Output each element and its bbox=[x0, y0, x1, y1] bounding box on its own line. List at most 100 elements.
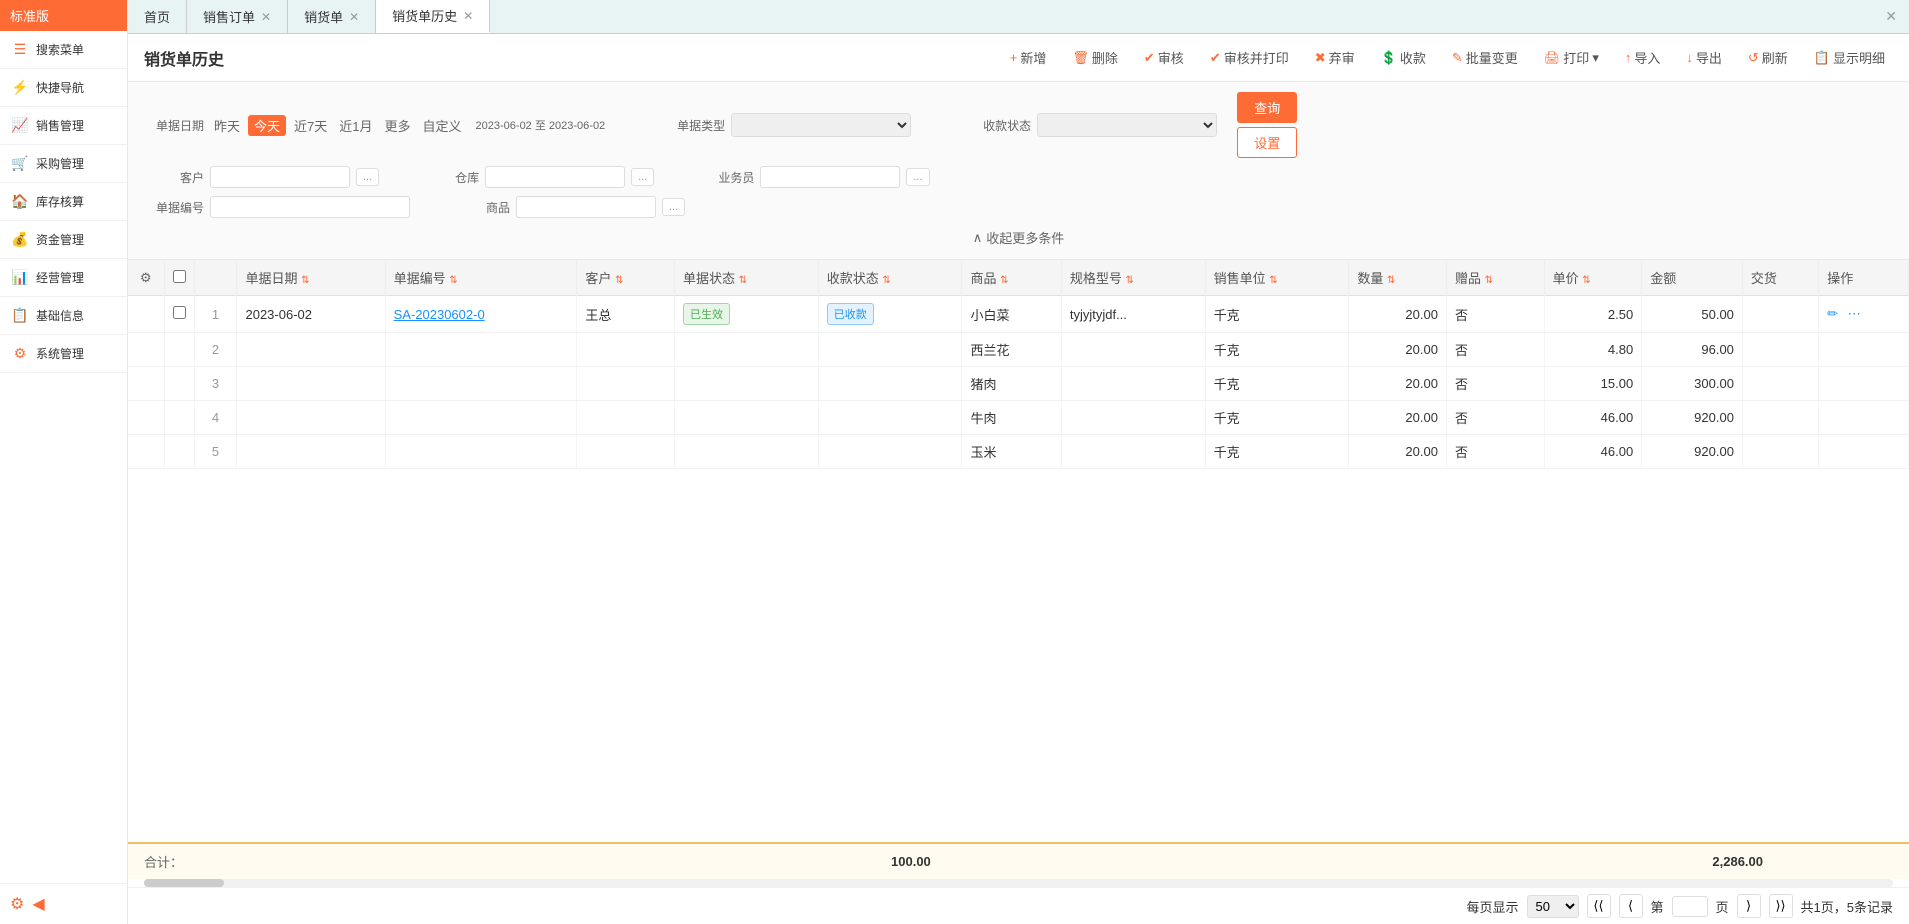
col-gift[interactable]: 赠品 ⇅ bbox=[1446, 260, 1544, 296]
cell-checkbox[interactable] bbox=[164, 367, 194, 401]
date-btn-yesterday[interactable]: 昨天 bbox=[210, 115, 244, 136]
tab-sales-history[interactable]: 销货单历史 ✕ bbox=[376, 0, 490, 33]
sidebar-item-stock-calc[interactable]: 🏠 库存核算 bbox=[0, 183, 127, 221]
col-unit-price[interactable]: 单价 ⇅ bbox=[1544, 260, 1642, 296]
goods-ellipsis-btn[interactable]: ... bbox=[662, 198, 685, 216]
goods-input[interactable] bbox=[516, 196, 656, 218]
cell-setting bbox=[128, 296, 164, 333]
col-checkbox[interactable] bbox=[164, 260, 194, 296]
audit-button[interactable]: ✔ 审核 bbox=[1136, 44, 1192, 71]
col-spec[interactable]: 规格型号 ⇅ bbox=[1061, 260, 1205, 296]
cell-setting bbox=[128, 435, 164, 469]
set-button[interactable]: 设置 bbox=[1237, 127, 1297, 158]
date-btn-today[interactable]: 今天 bbox=[248, 115, 286, 136]
col-customer[interactable]: 客户 ⇅ bbox=[577, 260, 675, 296]
last-page-btn[interactable]: ⟩⟩ bbox=[1769, 894, 1793, 918]
cell-setting bbox=[128, 401, 164, 435]
doc-no-input[interactable] bbox=[210, 196, 410, 218]
date-btn-custom[interactable]: 自定义 bbox=[419, 115, 466, 136]
col-doc-no[interactable]: 单据编号 ⇅ bbox=[385, 260, 577, 296]
sidebar-item-purchase-mgmt[interactable]: 🛒 采购管理 bbox=[0, 145, 127, 183]
col-quantity[interactable]: 数量 ⇅ bbox=[1349, 260, 1447, 296]
scrollbar-thumb[interactable] bbox=[144, 879, 224, 887]
sidebar-item-base-info[interactable]: 📋 基础信息 bbox=[0, 297, 127, 335]
date-btn-7days[interactable]: 近7天 bbox=[290, 115, 331, 136]
export-button[interactable]: ↓ 导出 bbox=[1678, 44, 1730, 71]
delete-button[interactable]: 🗑 删除 bbox=[1064, 44, 1126, 71]
cell-amount: 50.00 bbox=[1642, 296, 1743, 333]
sidebar-item-funds-mgmt[interactable]: 💰 资金管理 bbox=[0, 221, 127, 259]
tab-home[interactable]: 首页 bbox=[128, 0, 187, 33]
refresh-icon: ↺ bbox=[1748, 50, 1759, 66]
sidebar-setting-icon[interactable]: ⚙ bbox=[10, 894, 24, 914]
prev-page-btn[interactable]: ⟨ bbox=[1619, 894, 1643, 918]
col-doc-status[interactable]: 单据状态 ⇅ bbox=[674, 260, 818, 296]
cell-receipt-status: 已收款 bbox=[818, 296, 962, 333]
col-receipt-status[interactable]: 收款状态 ⇅ bbox=[818, 260, 962, 296]
col-setting[interactable]: ⚙ bbox=[128, 260, 164, 296]
receipt-status-select[interactable] bbox=[1037, 113, 1217, 137]
sidebar-item-sys-mgmt[interactable]: ⚙ 系统管理 bbox=[0, 335, 127, 373]
customer-input[interactable] bbox=[210, 166, 350, 188]
sidebar-item-search-menu[interactable]: ☰ 搜索菜单 bbox=[0, 31, 127, 69]
col-doc-date[interactable]: 单据日期 ⇅ bbox=[237, 260, 385, 296]
batch-change-button[interactable]: ✎ 批量变更 bbox=[1444, 44, 1526, 71]
print-button[interactable]: 🖨 打印 ▾ bbox=[1536, 44, 1607, 71]
warehouse-input[interactable] bbox=[485, 166, 625, 188]
import-button[interactable]: ↑ 导入 bbox=[1617, 44, 1669, 71]
cell-goods: 牛肉 bbox=[962, 401, 1061, 435]
sidebar-item-quick-nav[interactable]: ⚡ 快捷导航 bbox=[0, 69, 127, 107]
salesperson-input[interactable] bbox=[760, 166, 900, 188]
col-sales-unit[interactable]: 销售单位 ⇅ bbox=[1205, 260, 1349, 296]
sidebar-collapse-icon[interactable]: ◀ bbox=[32, 894, 44, 914]
cell-doc-no bbox=[385, 367, 577, 401]
audit-print-button[interactable]: ✔ 审核并打印 bbox=[1202, 44, 1297, 71]
filter-collapse-btn[interactable]: ∧ 收起更多条件 bbox=[144, 226, 1893, 249]
sidebar-item-sales-mgmt[interactable]: 📈 销售管理 bbox=[0, 107, 127, 145]
next-page-btn[interactable]: ⟩ bbox=[1737, 894, 1761, 918]
doc-no-link[interactable]: SA-20230602-0 bbox=[394, 307, 485, 322]
date-btn-1month[interactable]: 近1月 bbox=[335, 115, 376, 136]
col-amount: 金额 bbox=[1642, 260, 1743, 296]
print-icon: 🖨 bbox=[1544, 50, 1561, 66]
abandon-button[interactable]: ✖ 弃审 bbox=[1307, 44, 1363, 71]
refresh-button[interactable]: ↺ 刷新 bbox=[1740, 44, 1796, 71]
new-button[interactable]: + 新增 bbox=[1002, 44, 1055, 71]
customer-ellipsis-btn[interactable]: ... bbox=[356, 168, 379, 186]
row-edit-btn[interactable]: ✏ bbox=[1827, 306, 1838, 321]
show-detail-button[interactable]: 📋 显示明细 bbox=[1806, 44, 1893, 71]
page-header: 销货单历史 + 新增 🗑 删除 ✔ 审核 ✔ 审核并打印 bbox=[128, 34, 1909, 82]
cell-checkbox[interactable] bbox=[164, 401, 194, 435]
cell-checkbox[interactable] bbox=[164, 296, 194, 333]
col-unit-price-label: 单价 bbox=[1553, 271, 1579, 286]
query-button[interactable]: 查询 bbox=[1237, 92, 1297, 123]
cell-checkbox[interactable] bbox=[164, 435, 194, 469]
salesperson-ellipsis-btn[interactable]: ... bbox=[906, 168, 929, 186]
warehouse-ellipsis-btn[interactable]: ... bbox=[631, 168, 654, 186]
horizontal-scrollbar[interactable] bbox=[144, 879, 1893, 887]
collect-button[interactable]: 💲 收款 bbox=[1373, 44, 1434, 71]
tab-sales-order-close[interactable]: ✕ bbox=[261, 10, 271, 24]
tab-sales-goods-close[interactable]: ✕ bbox=[349, 10, 359, 24]
per-page-select[interactable]: 50 100 bbox=[1527, 895, 1579, 918]
select-all-checkbox[interactable] bbox=[173, 270, 186, 283]
tab-close-all[interactable]: ✕ bbox=[1873, 8, 1909, 25]
page-input[interactable]: 1 bbox=[1672, 896, 1708, 917]
tab-sales-history-label: 销货单历史 bbox=[392, 6, 457, 25]
cell-amount: 920.00 bbox=[1642, 401, 1743, 435]
sidebar-item-ops-mgmt[interactable]: 📊 经营管理 bbox=[0, 259, 127, 297]
row-more-btn[interactable]: ⋯ bbox=[1848, 306, 1861, 321]
column-setting-icon[interactable]: ⚙ bbox=[140, 270, 152, 285]
doc-type-select[interactable] bbox=[731, 113, 911, 137]
sidebar-top: 标准版 bbox=[0, 0, 127, 31]
first-page-btn[interactable]: ⟨⟨ bbox=[1587, 894, 1611, 918]
tab-sales-goods[interactable]: 销货单 ✕ bbox=[288, 0, 376, 33]
row-checkbox[interactable] bbox=[173, 306, 186, 319]
tab-sales-order[interactable]: 销售订单 ✕ bbox=[187, 0, 288, 33]
tab-sales-history-close[interactable]: ✕ bbox=[463, 9, 473, 23]
col-sales-unit-label: 销售单位 bbox=[1214, 271, 1266, 286]
cell-checkbox[interactable] bbox=[164, 333, 194, 367]
col-goods[interactable]: 商品 ⇅ bbox=[962, 260, 1061, 296]
date-btn-more[interactable]: 更多 bbox=[381, 115, 415, 136]
pagination: 每页显示 50 100 ⟨⟨ ⟨ 第 1 页 ⟩ ⟩⟩ 共1页，5条记录 bbox=[128, 887, 1909, 924]
